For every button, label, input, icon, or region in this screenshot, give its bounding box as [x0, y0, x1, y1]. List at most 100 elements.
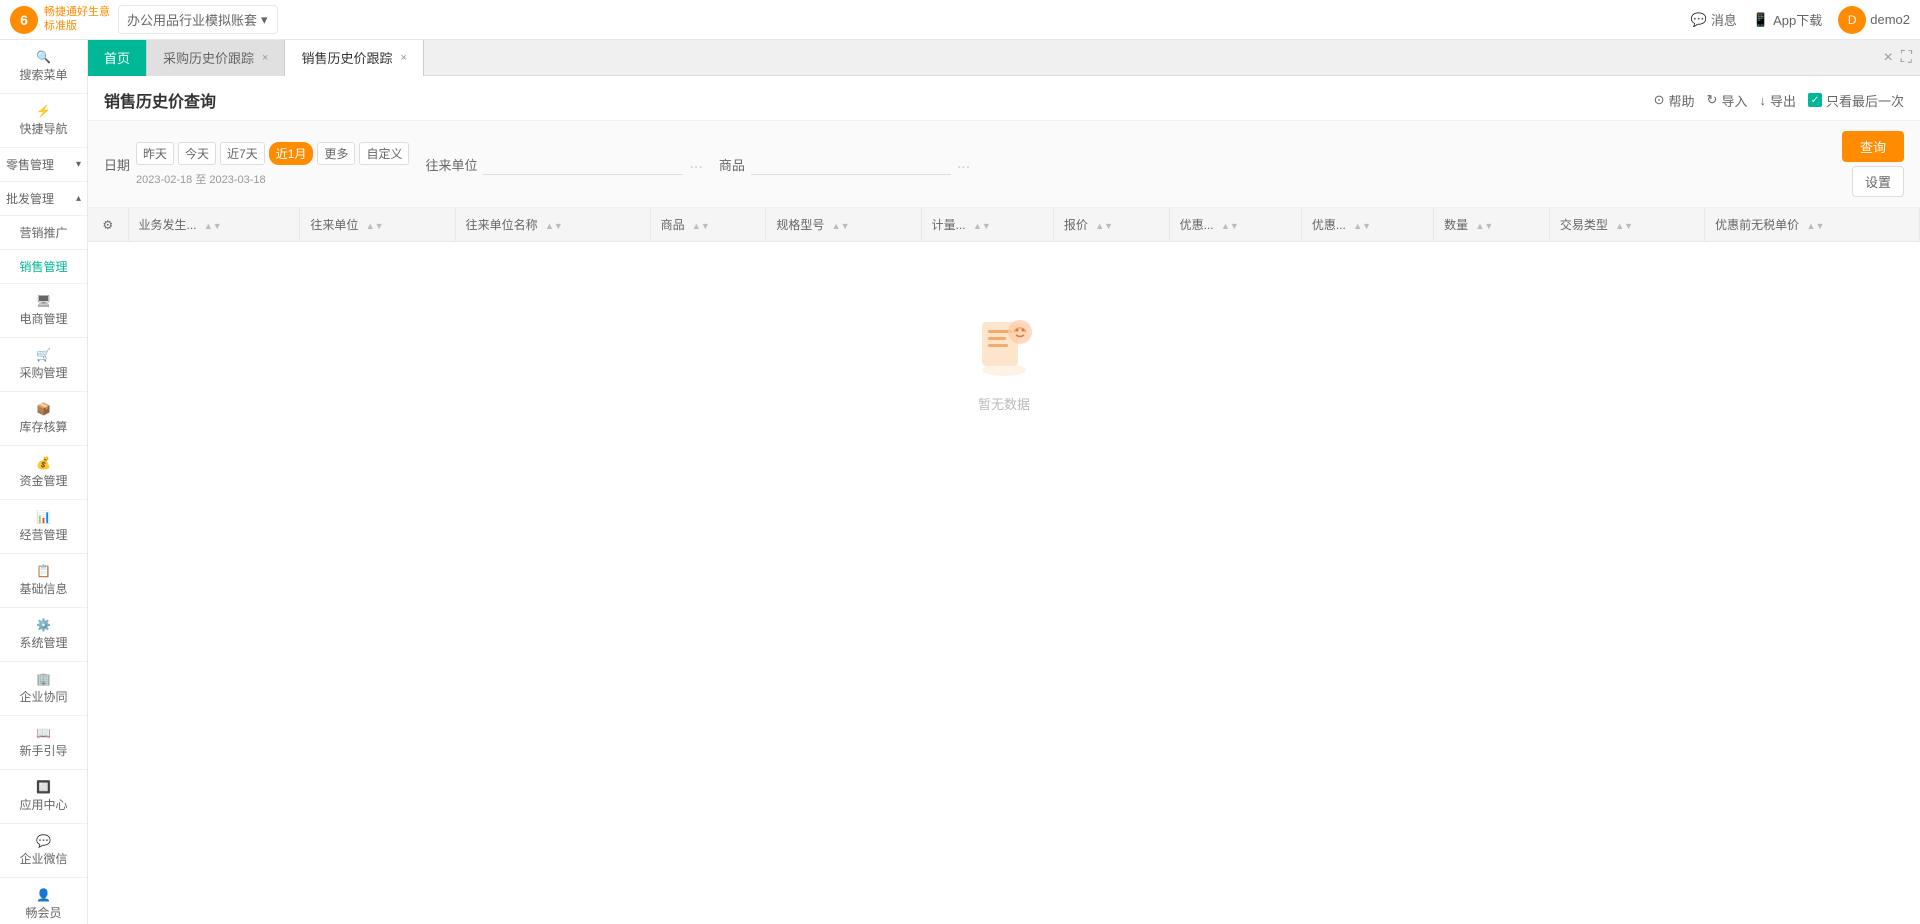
user-action[interactable]: D demo2 — [1838, 6, 1910, 34]
company-selector[interactable]: 办公用品行业模拟账套 ▾ — [118, 5, 278, 34]
member-icon: 👤 — [36, 888, 51, 902]
settings-button[interactable]: 设置 — [1852, 166, 1904, 197]
partner-filter-group: 往来单位 ... — [425, 153, 702, 175]
sidebar-item-search[interactable]: 🔍 搜索菜单 — [0, 40, 87, 94]
date-buttons: 昨天 今天 近7天 近1月 更多 自定义 — [136, 142, 409, 165]
tab-sales-history[interactable]: 销售历史价跟踪 × — [285, 40, 423, 76]
page-header: 销售历史价查询 ⊙ 帮助 ↻ 导入 ↓ 导出 ✓ — [88, 76, 1920, 121]
col-goods[interactable]: 商品 ▲▼ — [650, 208, 766, 242]
system-icon: ⚙️ — [36, 618, 51, 632]
export-button[interactable]: ↓ 导出 — [1759, 91, 1796, 110]
col-discount2[interactable]: 优惠... ▲▼ — [1301, 208, 1433, 242]
ecommerce-icon: 🖥 — [36, 294, 51, 308]
search-icon: 🔍 — [36, 50, 51, 64]
sidebar-item-enterprise[interactable]: 🏢 企业协同 — [0, 662, 87, 716]
sidebar-item-appstore[interactable]: 🔲 应用中心 — [0, 770, 87, 824]
tab-close-sales[interactable]: × — [400, 52, 406, 64]
date-btn-custom[interactable]: 自定义 — [359, 142, 409, 165]
only-last-checkbox-group[interactable]: ✓ 只看最后一次 — [1808, 91, 1904, 110]
date-btn-today[interactable]: 今天 — [178, 142, 216, 165]
col-settings[interactable]: ⚙ — [88, 208, 128, 242]
sidebar-item-member[interactable]: 👤 畅会员 — [0, 878, 87, 924]
sort-icon: ▲▼ — [832, 222, 850, 231]
col-discount1[interactable]: 优惠... ▲▼ — [1169, 208, 1301, 242]
sidebar-item-basic[interactable]: 📋 基础信息 — [0, 554, 87, 608]
col-trade-type[interactable]: 交易类型 ▲▼ — [1549, 208, 1704, 242]
basic-icon: 📋 — [36, 564, 51, 578]
sidebar-item-purchase[interactable]: 🛒 采购管理 — [0, 338, 87, 392]
sidebar-item-wholesale[interactable]: 批发管理 ▴ — [0, 182, 87, 216]
message-action[interactable]: 💬 消息 — [1691, 10, 1737, 29]
app-download-action[interactable]: 📱 App下载 — [1753, 10, 1822, 29]
partner-dots[interactable]: ... — [689, 155, 702, 173]
sidebar-item-wechat[interactable]: 💬 企业微信 — [0, 824, 87, 878]
import-button[interactable]: ↻ 导入 — [1707, 91, 1748, 110]
data-table: ⚙ 业务发生... ▲▼ 往来单位 ▲▼ 往来单位名称 — [88, 208, 1920, 242]
col-partner-code[interactable]: 往来单位 ▲▼ — [300, 208, 455, 242]
table-container: ⚙ 业务发生... ▲▼ 往来单位 ▲▼ 往来单位名称 — [88, 208, 1920, 924]
fullscreen-icon[interactable]: ⛶ — [1901, 49, 1912, 67]
col-spec[interactable]: 规格型号 ▲▼ — [766, 208, 921, 242]
import-icon: ↻ — [1707, 92, 1718, 108]
download-icon: 📱 — [1753, 12, 1769, 28]
close-all-icon[interactable]: × — [1883, 49, 1892, 67]
col-partner-name[interactable]: 往来单位名称 ▲▼ — [455, 208, 650, 242]
date-btn-last1m[interactable]: 近1月 — [269, 142, 314, 165]
col-quote[interactable]: 报价 ▲▼ — [1053, 208, 1169, 242]
top-bar-right: 💬 消息 📱 App下载 D demo2 — [1691, 6, 1910, 34]
sidebar-item-retail[interactable]: 零售管理 ▾ — [0, 148, 87, 182]
sort-icon: ▲▼ — [1221, 222, 1239, 231]
sort-icon: ▲▼ — [1807, 222, 1825, 231]
tab-home[interactable]: 首页 — [88, 40, 147, 76]
tab-purchase-history[interactable]: 采购历史价跟踪 × — [147, 40, 285, 76]
query-button[interactable]: 查询 — [1842, 131, 1904, 162]
empty-state: 暂无数据 — [88, 242, 1920, 473]
date-btn-yesterday[interactable]: 昨天 — [136, 142, 174, 165]
only-last-checkbox[interactable]: ✓ — [1808, 93, 1822, 107]
sidebar-item-operation[interactable]: 📊 经营管理 — [0, 500, 87, 554]
sidebar-item-quick[interactable]: ⚡ 快捷导航 — [0, 94, 87, 148]
goods-dots[interactable]: ... — [957, 155, 970, 173]
sidebar-item-ecommerce[interactable]: 🖥 电商管理 — [0, 284, 87, 338]
partner-input[interactable] — [483, 153, 683, 175]
tab-bar-actions: × ⛶ — [1883, 49, 1920, 67]
col-unit[interactable]: 计量... ▲▼ — [921, 208, 1053, 242]
empty-icon — [964, 302, 1044, 382]
tab-bar: 首页 采购历史价跟踪 × 销售历史价跟踪 × × ⛶ — [88, 40, 1920, 76]
settings-gear-icon[interactable]: ⚙ — [102, 218, 113, 232]
logo-area: 6 畅捷通好生意 标准版 — [10, 6, 110, 34]
sidebar-sub-sales[interactable]: 销售管理 — [0, 250, 87, 284]
page-header-actions: ⊙ 帮助 ↻ 导入 ↓ 导出 ✓ 只看最后一次 — [1654, 91, 1904, 110]
sidebar-item-guide[interactable]: 📖 新手引导 — [0, 716, 87, 770]
date-btn-more[interactable]: 更多 — [317, 142, 355, 165]
empty-text: 暂无数据 — [978, 394, 1030, 413]
chevron-down-icon: ▾ — [76, 159, 81, 170]
purchase-icon: 🛒 — [36, 348, 51, 362]
partner-label: 往来单位 — [425, 155, 477, 174]
enterprise-icon: 🏢 — [36, 672, 51, 686]
col-no-tax-price[interactable]: 优惠前无税单价 ▲▼ — [1705, 208, 1920, 242]
date-btn-last7[interactable]: 近7天 — [220, 142, 265, 165]
message-icon: 💬 — [1691, 12, 1707, 28]
sidebar-item-system[interactable]: ⚙️ 系统管理 — [0, 608, 87, 662]
content-area: 首页 采购历史价跟踪 × 销售历史价跟踪 × × ⛶ 销售历史价查询 — [88, 40, 1920, 924]
col-biz-date[interactable]: 业务发生... ▲▼ — [128, 208, 300, 242]
export-icon: ↓ — [1759, 93, 1766, 108]
filter-bar: 日期 昨天 今天 近7天 近1月 更多 自定义 2023-02-18 至 202… — [88, 121, 1920, 208]
help-button[interactable]: ⊙ 帮助 — [1654, 91, 1695, 110]
sidebar-item-inventory[interactable]: 📦 库存核算 — [0, 392, 87, 446]
sidebar-item-finance[interactable]: 💰 资金管理 — [0, 446, 87, 500]
date-options: 昨天 今天 近7天 近1月 更多 自定义 2023-02-18 至 2023-0… — [136, 142, 409, 187]
tab-close-purchase[interactable]: × — [262, 52, 268, 64]
goods-filter-group: 商品 ... — [719, 153, 970, 175]
sort-icon: ▲▼ — [1475, 222, 1493, 231]
page-content: 销售历史价查询 ⊙ 帮助 ↻ 导入 ↓ 导出 ✓ — [88, 76, 1920, 924]
sidebar-sub-marketing[interactable]: 营销推广 — [0, 216, 87, 250]
sort-icon: ▲▼ — [545, 222, 563, 231]
col-quantity[interactable]: 数量 ▲▼ — [1434, 208, 1550, 242]
main-layout: 🔍 搜索菜单 ⚡ 快捷导航 零售管理 ▾ 批发管理 ▴ 营销推广 销售管理 🖥 … — [0, 40, 1920, 924]
chevron-up-icon: ▴ — [76, 193, 81, 204]
goods-input[interactable] — [751, 153, 951, 175]
sidebar: 🔍 搜索菜单 ⚡ 快捷导航 零售管理 ▾ 批发管理 ▴ 营销推广 销售管理 🖥 … — [0, 40, 88, 924]
avatar: D — [1838, 6, 1866, 34]
